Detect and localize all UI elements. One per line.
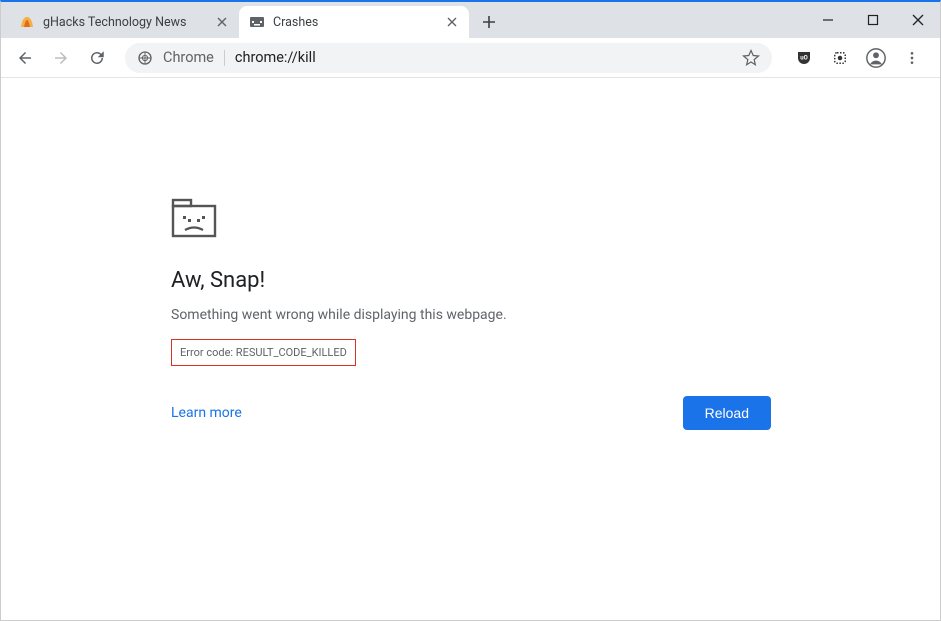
tab-strip: gHacks Technology News Crashes (1, 2, 940, 38)
back-button[interactable] (9, 42, 41, 74)
favicon-crashes (249, 14, 265, 30)
forward-button[interactable] (45, 42, 77, 74)
site-info-icon[interactable] (137, 50, 153, 66)
tab-title: Crashes (273, 15, 437, 30)
error-subtext: Something went wrong while displaying th… (171, 307, 771, 323)
bookmark-star-icon[interactable] (742, 49, 760, 67)
page-content: Aw, Snap! Something went wrong while dis… (1, 78, 940, 620)
close-icon[interactable] (445, 15, 459, 29)
close-window-button[interactable] (895, 5, 940, 35)
window-controls (805, 2, 940, 38)
menu-button[interactable] (898, 44, 926, 72)
tab-crashes[interactable]: Crashes (239, 6, 469, 38)
tab-title: gHacks Technology News (43, 15, 207, 30)
error-actions: Learn more Reload (171, 396, 771, 430)
omnibox-url: chrome://kill (235, 49, 316, 66)
omnibox-divider (224, 50, 225, 66)
error-code-box: Error code: RESULT_CODE_KILLED (171, 339, 356, 366)
error-headline: Aw, Snap! (171, 268, 771, 293)
extension-icons: uO (784, 44, 932, 72)
minimize-button[interactable] (805, 5, 850, 35)
sad-folder-icon (171, 198, 771, 240)
toolbar: Chrome chrome://kill uO (1, 38, 940, 78)
favicon-ghacks (19, 14, 35, 30)
maximize-button[interactable] (850, 5, 895, 35)
reload-button[interactable]: Reload (683, 396, 771, 430)
learn-more-link[interactable]: Learn more (171, 405, 242, 421)
error-panel: Aw, Snap! Something went wrong while dis… (171, 198, 771, 430)
reload-toolbar-button[interactable] (81, 42, 113, 74)
svg-text:uO: uO (800, 54, 808, 61)
new-tab-button[interactable] (475, 8, 503, 36)
close-icon[interactable] (215, 15, 229, 29)
omnibox[interactable]: Chrome chrome://kill (125, 43, 772, 73)
tab-ghacks[interactable]: gHacks Technology News (9, 6, 239, 38)
extension-icon[interactable] (826, 44, 854, 72)
ublock-icon[interactable]: uO (790, 44, 818, 72)
profile-avatar-icon[interactable] (862, 44, 890, 72)
omnibox-origin: Chrome (163, 49, 214, 66)
